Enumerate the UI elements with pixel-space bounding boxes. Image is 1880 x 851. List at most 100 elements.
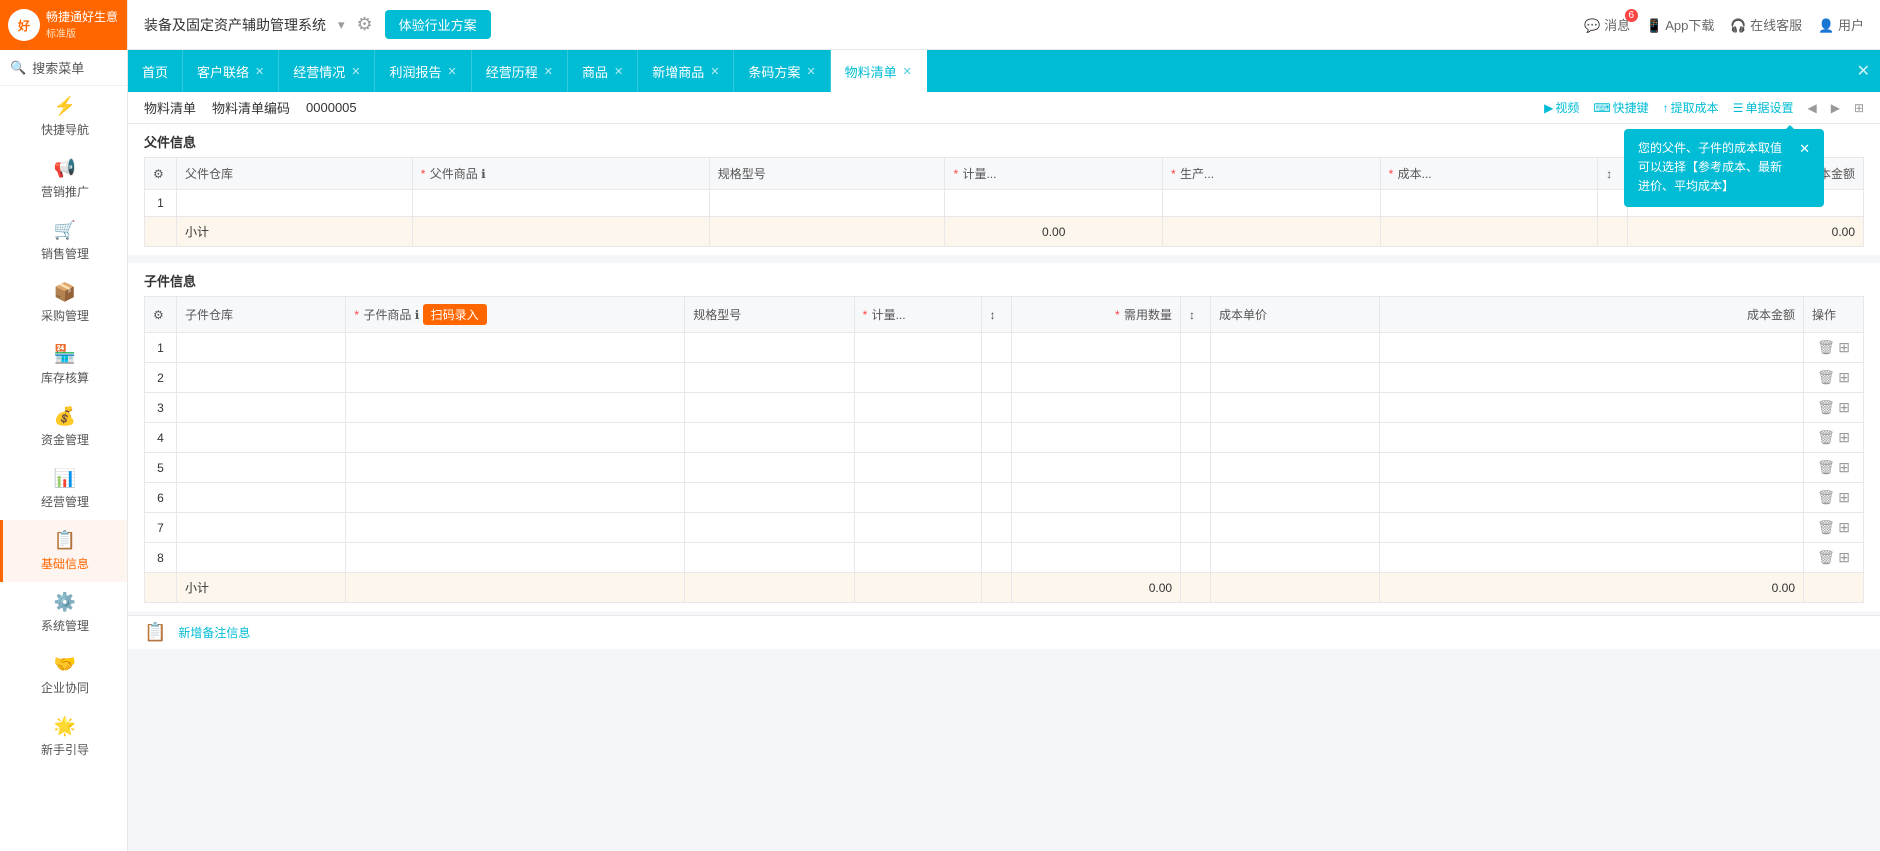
child-unit-cell[interactable] (854, 513, 981, 543)
child-spec-cell[interactable] (685, 543, 854, 573)
delete-row-btn[interactable]: 🗑 (1817, 339, 1835, 356)
copy-row-btn[interactable]: ⊞ (1838, 519, 1850, 536)
parent-cost-cell[interactable] (1380, 190, 1598, 217)
nav-tab-profit[interactable]: 利润报告✕ (375, 50, 471, 92)
add-note-label[interactable]: 新增备注信息 (178, 624, 250, 641)
child-quantity-cell[interactable] (1011, 483, 1180, 513)
tooltip-close-btn[interactable]: ✕ (1799, 139, 1810, 160)
delete-row-btn[interactable]: 🗑 (1817, 489, 1835, 506)
child-goods-cell[interactable] (346, 453, 685, 483)
child-goods-cell[interactable] (346, 423, 685, 453)
tab-close-goods[interactable]: ✕ (614, 65, 623, 78)
sidebar-item-sales[interactable]: 🛒销售管理 (0, 210, 127, 272)
delete-row-btn[interactable]: 🗑 (1817, 519, 1835, 536)
parent-produce-cell[interactable] (1163, 190, 1381, 217)
scan-btn[interactable]: 扫码录入 (423, 304, 487, 325)
tab-close-operations[interactable]: ✕ (351, 65, 360, 78)
extract-cost-btn[interactable]: ↑ 提取成本 (1663, 99, 1719, 116)
child-quantity-cell[interactable] (1011, 453, 1180, 483)
th-settings[interactable]: ⚙ (145, 158, 177, 190)
sidebar-search[interactable]: 🔍 搜索菜单 (0, 50, 127, 86)
nav-tab-barcode[interactable]: 条码方案✕ (734, 50, 830, 92)
child-goods-cell[interactable] (346, 543, 685, 573)
expand-btn[interactable]: ⊞ (1854, 101, 1864, 115)
child-unit-cost-cell[interactable] (1211, 423, 1380, 453)
sidebar-item-marketing[interactable]: 📢营销推广 (0, 148, 127, 210)
breadcrumb-item-1[interactable]: 物料清单 (144, 98, 196, 117)
child-goods-cell[interactable] (346, 513, 685, 543)
delete-row-btn[interactable]: 🗑 (1817, 399, 1835, 416)
parent-spec-cell[interactable] (709, 190, 945, 217)
child-unit-cell[interactable] (854, 363, 981, 393)
child-warehouse-cell[interactable] (177, 543, 346, 573)
child-warehouse-cell[interactable] (177, 513, 346, 543)
child-goods-cell[interactable] (346, 333, 685, 363)
shortcut-btn[interactable]: ⌨ 快捷键 (1593, 99, 1648, 116)
sidebar-item-purchase[interactable]: 📦采购管理 (0, 272, 127, 334)
nav-tab-customer[interactable]: 客户联络✕ (183, 50, 279, 92)
copy-row-btn[interactable]: ⊞ (1838, 369, 1850, 386)
tab-close-barcode[interactable]: ✕ (806, 65, 815, 78)
parent-warehouse-cell[interactable] (177, 190, 413, 217)
experience-btn[interactable]: 体验行业方案 (385, 10, 491, 39)
sidebar-item-operations[interactable]: 📊经营管理 (0, 458, 127, 520)
tab-close-bom[interactable]: ✕ (903, 65, 912, 78)
copy-row-btn[interactable]: ⊞ (1838, 549, 1850, 566)
online-service-btn[interactable]: 🎧 在线客服 (1730, 15, 1802, 34)
user-menu[interactable]: 👤 用户 (1818, 15, 1864, 34)
breadcrumb-item-2[interactable]: 物料清单编码 (212, 98, 290, 117)
copy-row-btn[interactable]: ⊞ (1838, 489, 1850, 506)
prev-btn[interactable]: ◀ (1807, 101, 1816, 115)
tab-close-profit[interactable]: ✕ (448, 65, 457, 78)
copy-row-btn[interactable]: ⊞ (1838, 459, 1850, 476)
copy-row-btn[interactable]: ⊞ (1838, 339, 1850, 356)
sidebar-item-finance[interactable]: 💰资金管理 (0, 396, 127, 458)
child-unit-cell[interactable] (854, 423, 981, 453)
close-all-tabs-btn[interactable]: ✕ (1847, 61, 1880, 81)
child-spec-cell[interactable] (685, 483, 854, 513)
single-setting-btn[interactable]: ☰ 单据设置 (1733, 99, 1794, 116)
child-goods-cell[interactable] (346, 363, 685, 393)
child-spec-cell[interactable] (685, 423, 854, 453)
child-unit-cost-cell[interactable] (1211, 483, 1380, 513)
child-unit-cell[interactable] (854, 333, 981, 363)
copy-row-btn[interactable]: ⊞ (1838, 399, 1850, 416)
child-spec-cell[interactable] (685, 513, 854, 543)
child-quantity-cell[interactable] (1011, 543, 1180, 573)
delete-row-btn[interactable]: 🗑 (1817, 459, 1835, 476)
child-quantity-cell[interactable] (1011, 513, 1180, 543)
delete-row-btn[interactable]: 🗑 (1817, 549, 1835, 566)
parent-goods-cell[interactable] (412, 190, 709, 217)
delete-row-btn[interactable]: 🗑 (1817, 369, 1835, 386)
nav-tab-history[interactable]: 经营历程✕ (472, 50, 568, 92)
child-goods-cell[interactable] (346, 393, 685, 423)
child-goods-cell[interactable] (346, 483, 685, 513)
child-warehouse-cell[interactable] (177, 453, 346, 483)
nav-tab-operations[interactable]: 经营情况✕ (279, 50, 375, 92)
child-warehouse-cell[interactable] (177, 333, 346, 363)
child-spec-cell[interactable] (685, 363, 854, 393)
child-warehouse-cell[interactable] (177, 363, 346, 393)
child-warehouse-cell[interactable] (177, 483, 346, 513)
child-unit-cost-cell[interactable] (1211, 363, 1380, 393)
child-unit-cell[interactable] (854, 483, 981, 513)
message-btn[interactable]: 💬 6 消息 (1584, 15, 1630, 34)
child-unit-cost-cell[interactable] (1211, 333, 1380, 363)
delete-row-btn[interactable]: 🗑 (1817, 429, 1835, 446)
next-btn[interactable]: ▶ (1831, 101, 1840, 115)
sidebar-item-basic-info[interactable]: 📋基础信息 (0, 520, 127, 582)
app-download-btn[interactable]: 📱 App下载 (1646, 15, 1714, 34)
view-btn[interactable]: ▶ 视频 (1544, 99, 1579, 116)
child-quantity-cell[interactable] (1011, 363, 1180, 393)
th-child-settings[interactable]: ⚙ (145, 297, 177, 333)
nav-tab-new-goods[interactable]: 新增商品✕ (638, 50, 734, 92)
child-spec-cell[interactable] (685, 333, 854, 363)
sidebar-item-guide[interactable]: 🌟新手引导 (0, 706, 127, 768)
child-warehouse-cell[interactable] (177, 423, 346, 453)
settings-icon[interactable]: ⚙ (357, 14, 373, 35)
tab-close-new-goods[interactable]: ✕ (710, 65, 719, 78)
child-unit-cell[interactable] (854, 543, 981, 573)
child-warehouse-cell[interactable] (177, 393, 346, 423)
chevron-down-icon[interactable]: ▾ (338, 17, 345, 33)
nav-tab-goods[interactable]: 商品✕ (568, 50, 638, 92)
